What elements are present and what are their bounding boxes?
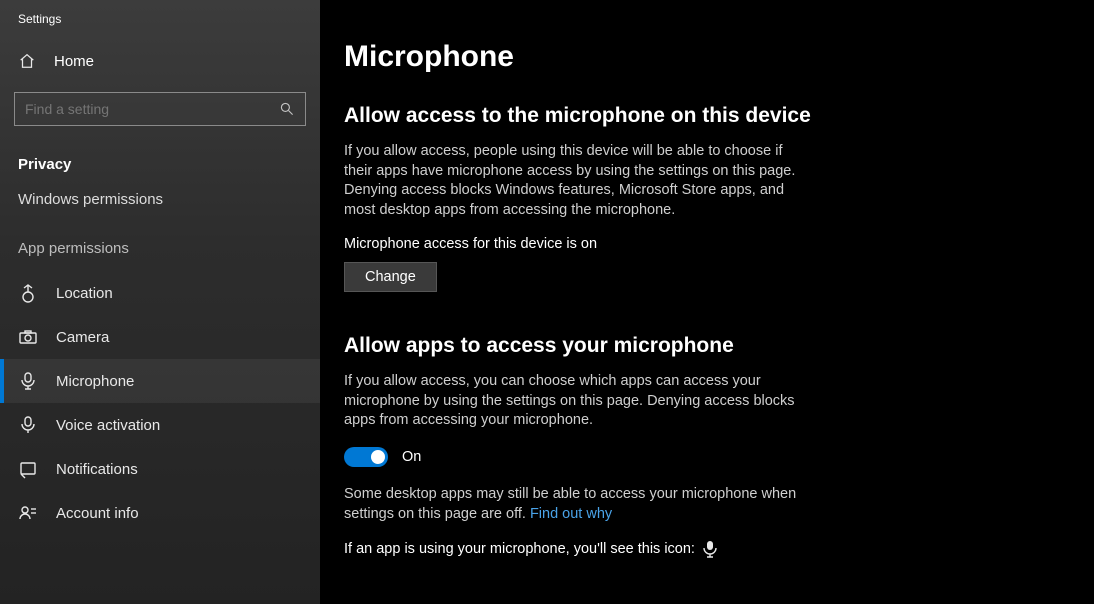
- microphone-icon: [18, 371, 38, 391]
- sidebar: Settings Home Privacy Windows permission…: [0, 0, 320, 604]
- subnav-windows-permissions[interactable]: Windows permissions: [0, 181, 320, 218]
- sidebar-item-label: Location: [56, 285, 113, 302]
- section1-heading: Allow access to the microphone on this d…: [344, 104, 1074, 128]
- settings-app: Settings Home Privacy Windows permission…: [0, 0, 1094, 604]
- sidebar-item-label: Account info: [56, 505, 139, 522]
- nav-home-label: Home: [54, 53, 94, 70]
- sidebar-item-camera[interactable]: Camera: [0, 315, 320, 359]
- apps-access-toggle[interactable]: [344, 447, 388, 467]
- search-input[interactable]: [15, 101, 279, 117]
- find-out-why-link[interactable]: Find out why: [530, 506, 612, 522]
- location-icon: [18, 283, 38, 303]
- sidebar-item-label: Notifications: [56, 461, 138, 478]
- sidebar-item-label: Voice activation: [56, 417, 160, 434]
- account-info-icon: [18, 503, 38, 523]
- nav-home[interactable]: Home: [0, 40, 320, 82]
- notifications-icon: [18, 459, 38, 479]
- window-title: Settings: [0, 8, 320, 40]
- sidebar-item-microphone[interactable]: Microphone: [0, 359, 320, 403]
- voice-activation-icon: [18, 415, 38, 435]
- section-privacy: Privacy: [0, 134, 320, 181]
- usage-indicator-line: If an app is using your microphone, you'…: [344, 540, 717, 558]
- toggle-knob: [371, 450, 385, 464]
- nav-list: Location Camera Microphone Voice activat…: [0, 271, 320, 535]
- microphone-indicator-icon: [703, 540, 717, 558]
- mic-access-status: Microphone access for this device is on: [344, 236, 1074, 252]
- section2-body: If you allow access, you can choose whic…: [344, 372, 814, 431]
- sidebar-item-account-info[interactable]: Account info: [0, 491, 320, 535]
- change-button[interactable]: Change: [344, 262, 437, 292]
- sidebar-item-notifications[interactable]: Notifications: [0, 447, 320, 491]
- usage-indicator-text: If an app is using your microphone, you'…: [344, 541, 695, 557]
- toggle-state-label: On: [402, 449, 421, 465]
- sidebar-item-voice-activation[interactable]: Voice activation: [0, 403, 320, 447]
- page-title: Microphone: [344, 40, 1074, 74]
- camera-icon: [18, 327, 38, 347]
- desktop-apps-note: Some desktop apps may still be able to a…: [344, 485, 814, 524]
- section1-body: If you allow access, people using this d…: [344, 142, 814, 220]
- section2-heading: Allow apps to access your microphone: [344, 334, 1074, 358]
- search-icon: [279, 101, 295, 117]
- section-app-permissions: App permissions: [0, 218, 320, 265]
- search-box[interactable]: [14, 92, 306, 126]
- sidebar-item-label: Camera: [56, 329, 109, 346]
- main-content: Microphone Allow access to the microphon…: [320, 0, 1094, 604]
- home-icon: [18, 52, 36, 70]
- sidebar-item-location[interactable]: Location: [0, 271, 320, 315]
- sidebar-item-label: Microphone: [56, 373, 134, 390]
